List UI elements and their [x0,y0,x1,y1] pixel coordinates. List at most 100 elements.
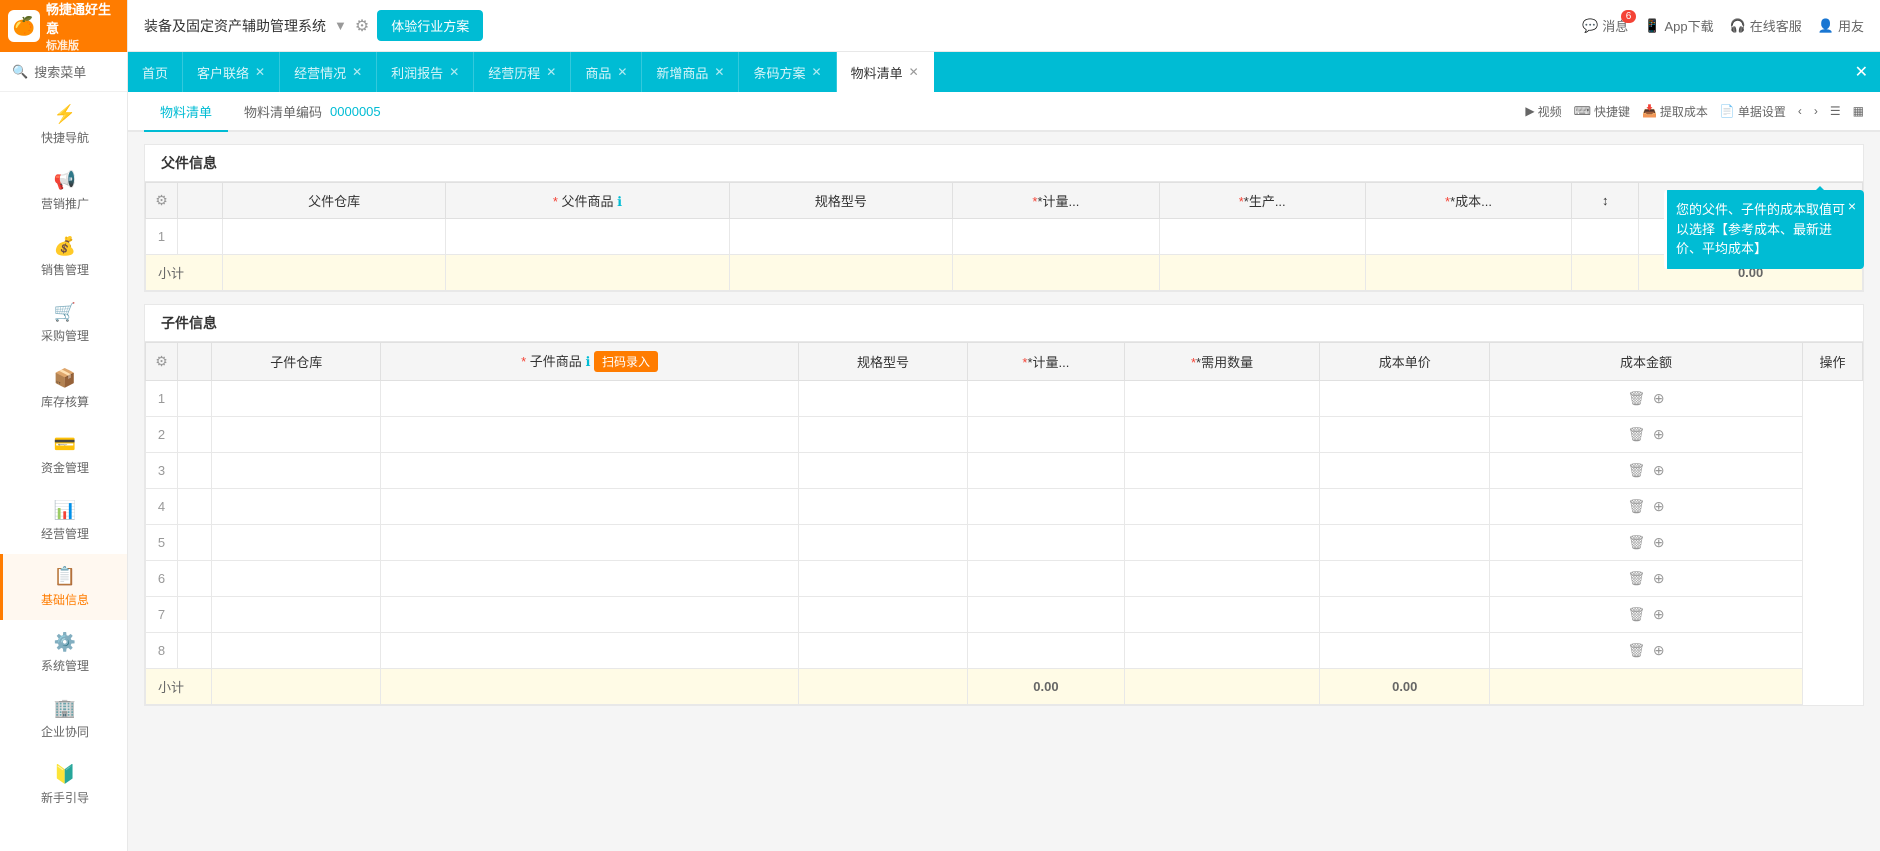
delete-btn-5[interactable]: 🗑 [1625,532,1647,552]
delete-btn-7[interactable]: 🗑 [1625,604,1647,624]
nav-next-btn[interactable]: › [1814,104,1818,118]
child-row-3-spec[interactable] [381,453,798,489]
nav-prev-btn[interactable]: ‹ [1798,104,1802,118]
copy-btn-6[interactable]: ⊕ [1651,568,1667,588]
child-row-2-needed-qty[interactable] [968,417,1124,453]
trial-btn[interactable]: 体验行业方案 [377,10,483,41]
app-download-btn[interactable]: 📱 App下载 [1644,16,1713,35]
child-row-1-cost-unit[interactable] [1124,381,1320,417]
child-row-7-spec[interactable] [381,597,798,633]
delete-btn-8[interactable]: 🗑 [1625,640,1647,660]
delete-btn-3[interactable]: 🗑 [1625,460,1647,480]
tab-home[interactable]: 首页 [128,52,183,92]
child-row-7-needed-qty[interactable] [968,597,1124,633]
settings-icon[interactable]: ⚙ [355,16,369,36]
child-row-4-warehouse[interactable] [178,489,212,525]
child-row-3-cost-unit[interactable] [1124,453,1320,489]
child-row-8-goods[interactable] [211,633,381,669]
online-service-btn[interactable]: 🎧 在线客服 [1730,16,1802,35]
tab-close-goods[interactable]: ✕ [617,65,627,79]
child-row-4-needed-qty[interactable] [968,489,1124,525]
delete-btn-2[interactable]: 🗑 [1625,424,1647,444]
child-row-7-warehouse[interactable] [178,597,212,633]
parent-row-1-c7[interactable] [1365,219,1571,255]
tab-close-operations-situation[interactable]: ✕ [352,65,362,79]
sub-tab-bom-code[interactable]: 物料清单编码 0000005 [228,92,397,132]
child-row-3-goods[interactable] [211,453,381,489]
copy-btn-3[interactable]: ⊕ [1651,460,1667,480]
parent-row-1-c3[interactable] [446,219,729,255]
dropdown-icon[interactable]: ▼ [334,18,347,33]
child-row-8-needed-qty[interactable] [968,633,1124,669]
tab-operations-situation[interactable]: 经营情况✕ [280,52,377,92]
sidebar-item-guide[interactable]: 🔰新手引导 [0,752,127,818]
tab-close-add-goods[interactable]: ✕ [714,65,724,79]
sidebar-search[interactable]: 🔍 搜索菜单 [0,52,127,92]
tab-goods[interactable]: 商品✕ [571,52,642,92]
copy-btn-7[interactable]: ⊕ [1651,604,1667,624]
sidebar-item-sales[interactable]: 💰销售管理 [0,224,127,290]
child-row-4-cost-unit[interactable] [1124,489,1320,525]
sidebar-item-basic-info[interactable]: 📋基础信息 [0,554,127,620]
child-row-6-cost-unit[interactable] [1124,561,1320,597]
shortcut-btn[interactable]: ⌨ 快捷键 [1574,103,1630,120]
single-settings-btn[interactable]: 📄 单据设置 [1720,103,1786,120]
tab-barcode[interactable]: 条码方案✕ [739,52,836,92]
tab-customer[interactable]: 客户联络✕ [183,52,280,92]
copy-btn-2[interactable]: ⊕ [1651,424,1667,444]
child-row-5-goods[interactable] [211,525,381,561]
sidebar-item-finance[interactable]: 💳资金管理 [0,422,127,488]
sidebar-item-marketing[interactable]: 📢营销推广 [0,158,127,224]
child-row-1-needed-qty[interactable] [968,381,1124,417]
child-row-5-warehouse[interactable] [178,525,212,561]
tab-bom[interactable]: 物料清单✕ [837,52,934,92]
child-row-6-goods[interactable] [211,561,381,597]
child-row-2-qty-unit[interactable] [798,417,968,453]
delete-btn-1[interactable]: 🗑 [1625,388,1647,408]
parent-settings-gear[interactable]: ⚙ [155,192,168,208]
parent-row-1-c4[interactable] [729,219,953,255]
child-row-3-needed-qty[interactable] [968,453,1124,489]
child-row-5-needed-qty[interactable] [968,525,1124,561]
child-row-8-warehouse[interactable] [178,633,212,669]
sidebar-item-quick-nav[interactable]: ⚡快捷导航 [0,92,127,158]
parent-row-1-c5[interactable] [953,219,1159,255]
parent-row-1-c2[interactable] [222,219,446,255]
message-btn[interactable]: 💬 消息 6 [1582,16,1628,35]
tab-close-bom[interactable]: ✕ [909,65,919,79]
sidebar-item-inventory[interactable]: 📦库存核算 [0,356,127,422]
sub-tab-bom-list[interactable]: 物料清单 [144,92,228,132]
copy-btn-4[interactable]: ⊕ [1651,496,1667,516]
child-row-3-warehouse[interactable] [178,453,212,489]
child-row-5-qty-unit[interactable] [798,525,968,561]
tab-operations-history[interactable]: 经营历程✕ [474,52,571,92]
scan-btn[interactable]: 扫码录入 [594,351,658,372]
child-row-3-qty-unit[interactable] [798,453,968,489]
view-toggle-btn[interactable]: ☰ [1830,104,1841,118]
child-row-8-spec[interactable] [381,633,798,669]
child-row-2-goods[interactable] [211,417,381,453]
child-row-6-needed-qty[interactable] [968,561,1124,597]
parent-row-1-c1[interactable] [178,219,223,255]
child-row-7-goods[interactable] [211,597,381,633]
child-row-1-goods[interactable] [211,381,381,417]
tab-close-operations-history[interactable]: ✕ [546,65,556,79]
tab-close-barcode[interactable]: ✕ [812,65,822,79]
sidebar-item-system[interactable]: ⚙️系统管理 [0,620,127,686]
sidebar-item-purchase[interactable]: 🛒采购管理 [0,290,127,356]
child-row-1-qty-unit[interactable] [798,381,968,417]
tab-profit-report[interactable]: 利润报告✕ [377,52,474,92]
child-row-8-cost-unit[interactable] [1124,633,1320,669]
tab-bar-close-btn[interactable]: ✕ [1843,62,1880,82]
child-row-5-spec[interactable] [381,525,798,561]
child-row-6-warehouse[interactable] [178,561,212,597]
delete-btn-4[interactable]: 🗑 [1625,496,1647,516]
extract-cost-btn[interactable]: 📥 提取成本 [1642,103,1708,120]
sidebar-item-operations[interactable]: 📊经营管理 [0,488,127,554]
child-row-1-warehouse[interactable] [178,381,212,417]
copy-btn-5[interactable]: ⊕ [1651,532,1667,552]
tab-add-goods[interactable]: 新增商品✕ [642,52,739,92]
grid-toggle-btn[interactable]: ▦ [1853,104,1864,118]
child-row-7-cost-unit[interactable] [1124,597,1320,633]
child-row-2-cost-unit[interactable] [1124,417,1320,453]
